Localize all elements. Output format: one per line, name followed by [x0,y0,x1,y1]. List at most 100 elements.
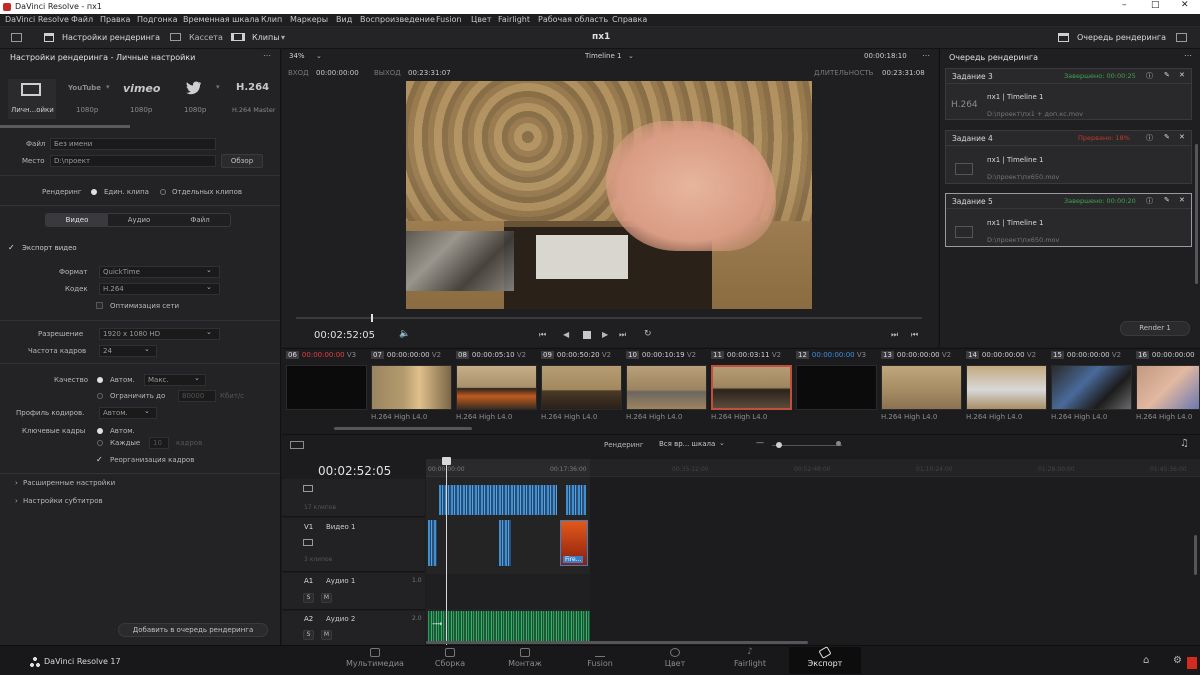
timeline-dropdown-icon[interactable]: ⌄ [628,52,634,60]
subtitles-chevron-icon[interactable]: › [15,497,18,505]
timeline-playhead[interactable] [446,461,447,645]
queue-scrollbar[interactable] [1195,144,1198,284]
quality-dropdown-icon[interactable]: ⌄ [194,374,200,382]
settings-icon[interactable]: ⚙ [1173,655,1182,666]
play-icon[interactable]: ▶ [602,330,608,339]
zoom-slider-handle[interactable] [776,442,782,448]
timeline-scrollbar[interactable] [426,641,808,644]
audio-track-a2-clip[interactable] [428,611,590,641]
clip-thumbnail[interactable] [796,365,877,410]
mute-button[interactable]: M [321,593,332,603]
preset-scrollbar[interactable] [0,125,130,128]
track-view-icon[interactable] [303,539,313,546]
prev-frame-icon[interactable]: ⏭ [891,330,898,340]
queue-options-icon[interactable]: ⋯ [1184,51,1192,60]
playhead-top-icon[interactable] [442,457,451,465]
kf-auto-radio[interactable] [97,428,103,434]
fire-clip[interactable]: Fire... [560,520,588,566]
layout-icon[interactable] [11,33,22,42]
clips-toggle[interactable]: Клипы [252,33,280,42]
twitter-dropdown-icon[interactable]: ▾ [216,83,220,91]
menu-color[interactable]: Цвет [471,15,492,24]
mute-button[interactable]: M [321,630,332,640]
format-select[interactable]: QuickTime [99,266,220,278]
advanced-chevron-icon[interactable]: › [15,479,18,487]
menu-markers[interactable]: Маркеры [290,15,328,24]
menu-trim[interactable]: Подгонка [137,15,178,24]
zoom-level[interactable]: 34% [289,52,305,60]
clip-thumbnail[interactable] [966,365,1047,410]
network-opt-checkbox[interactable] [96,302,103,309]
limit-radio[interactable] [97,393,103,399]
nav-color[interactable]: Цвет [640,648,710,668]
preset-h264[interactable]: H.264 H.264 Master [224,79,276,119]
resolution-select[interactable]: 1920 x 1080 HD [99,328,220,340]
skip-end-icon[interactable]: ⏭ [619,330,626,340]
menu-clip[interactable]: Клип [261,15,282,24]
location-input[interactable]: D:\проект [50,155,216,167]
stop-icon[interactable] [583,331,591,339]
info-icon[interactable]: ⓘ [1146,71,1153,81]
quality-auto-radio[interactable] [97,377,103,383]
nav-fairlight[interactable]: ♪ Fairlight [715,648,785,669]
nav-cut[interactable]: Сборка [415,648,485,668]
kf-every-input[interactable]: 10 [149,437,169,449]
info-icon[interactable]: ⓘ [1146,196,1153,206]
zoom-dropdown-icon[interactable]: ⌄ [316,52,322,60]
video-track-v1-clip[interactable] [499,520,511,566]
menu-fairlight[interactable]: Fairlight [498,15,530,24]
notification-badge[interactable] [1187,657,1197,669]
delete-icon[interactable]: ✕ [1179,133,1185,141]
viewer-scrubber[interactable] [296,317,922,319]
render-job-4[interactable]: Задание 4 Прервано: 18% ⓘ ✎ ✕ пх1 | Time… [945,130,1192,184]
clips-dropdown-icon[interactable]: ▾ [281,33,285,42]
subtitle-settings-toggle[interactable]: Настройки субтитров [23,497,103,505]
edit-icon[interactable]: ✎ [1164,71,1170,79]
tab-file[interactable]: Файл [170,214,230,226]
preset-vimeo[interactable]: vimeo 1080p [116,79,164,119]
menu-file[interactable]: Файл [71,15,93,24]
volume-icon[interactable]: 🔈 [399,329,410,339]
nav-media[interactable]: Мультимедиа [340,648,410,668]
minimize-icon[interactable]: – [1122,0,1127,10]
clip-thumbnail[interactable] [371,365,452,410]
render-job-5[interactable]: Задание 5 Завершено: 00:00:20 ⓘ ✎ ✕ пх1 … [945,193,1192,247]
menu-fusion[interactable]: Fusion [436,15,462,24]
video-track-v1-clip[interactable] [428,520,437,566]
nav-edit[interactable]: Монтаж [490,648,560,668]
playhead-marker[interactable] [371,314,373,322]
limit-input[interactable]: 80000 [178,390,216,402]
menu-view[interactable]: Вид [336,15,352,24]
edit-icon[interactable]: ✎ [1164,133,1170,141]
edit-icon[interactable]: ✎ [1164,196,1170,204]
browse-button[interactable]: Обзор [221,154,263,168]
kf-every-radio[interactable] [97,440,103,446]
clip-thumbnail[interactable] [1136,365,1200,410]
zoom-in-icon[interactable] [836,441,841,446]
solo-button[interactable]: S [303,593,314,603]
clip-strip-scrollbar[interactable] [334,427,472,430]
panel-options-icon[interactable]: ⋯ [263,51,271,60]
play-reverse-icon[interactable]: ◀ [563,330,569,339]
profile-dropdown-icon[interactable]: ⌄ [144,407,150,415]
render-range-dropdown-icon[interactable]: ⌄ [719,439,725,447]
timeline-vertical-scrollbar[interactable] [1194,535,1197,575]
solo-button[interactable]: S [303,630,314,640]
maximize-icon[interactable]: □ [1151,0,1160,10]
file-name-input[interactable]: Без имени [50,138,216,150]
format-dropdown-icon[interactable]: ⌄ [206,266,212,274]
menu-davinci[interactable]: DaVinci Resolve [5,15,69,24]
timeline-view-icon[interactable] [290,441,304,449]
nav-deliver[interactable]: Экспорт [789,646,861,674]
video-track-v2-clips[interactable] [566,485,586,515]
skip-start-icon[interactable]: ⏮ [539,330,546,340]
menu-workspace[interactable]: Рабочая область [538,15,608,24]
cassette-toggle[interactable]: Кассета [189,33,223,42]
reorder-checkbox[interactable]: ✓ [96,455,103,464]
menu-help[interactable]: Справка [612,15,647,24]
advanced-settings-toggle[interactable]: Расширенные настройки [23,479,115,487]
add-to-render-queue-button[interactable]: Добавить в очередь рендеринга [118,623,268,637]
preset-custom[interactable]: Личн...ойки [8,79,56,119]
track-view-icon[interactable] [303,485,313,492]
clip-thumbnail[interactable] [286,365,367,410]
